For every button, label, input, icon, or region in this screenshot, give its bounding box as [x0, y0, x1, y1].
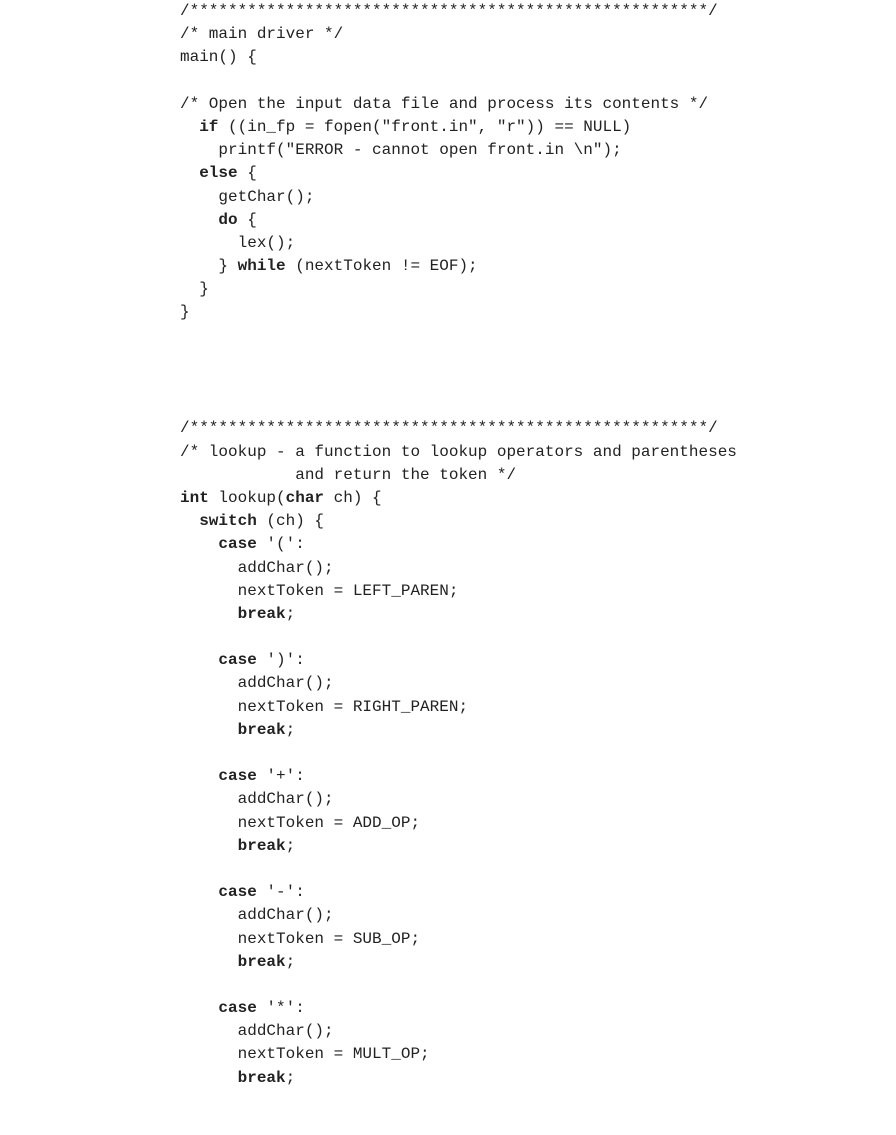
code-text: '*':	[257, 999, 305, 1017]
code-text: ;	[286, 953, 296, 971]
keyword: int	[180, 489, 209, 507]
code-text: and return the token */	[180, 466, 516, 484]
code-text: printf("ERROR - cannot open front.in \n"…	[180, 141, 622, 159]
code-text: '(':	[257, 535, 305, 553]
code-text: ;	[286, 1069, 296, 1087]
code-text: /* main driver */	[180, 25, 343, 43]
code-text: (nextToken != EOF);	[286, 257, 478, 275]
code-text: }	[180, 303, 190, 321]
keyword: break	[238, 1069, 286, 1087]
code-text: ')':	[257, 651, 305, 669]
keyword: char	[286, 489, 324, 507]
code-text: addChar();	[180, 1022, 334, 1040]
code-text	[180, 535, 218, 553]
code-text: lex();	[180, 234, 295, 252]
code-text: main() {	[180, 48, 257, 66]
code-text: addChar();	[180, 559, 334, 577]
code-text	[180, 721, 238, 739]
code-text	[180, 1069, 238, 1087]
keyword: break	[238, 837, 286, 855]
code-text	[180, 651, 218, 669]
code-text: ch) {	[324, 489, 382, 507]
code-text	[180, 211, 218, 229]
code-text	[180, 953, 238, 971]
code-text: /* Open the input data file and process …	[180, 95, 708, 113]
code-text	[180, 837, 238, 855]
code-text: ;	[286, 605, 296, 623]
code-text: ((in_fp = fopen("front.in", "r")) == NUL…	[218, 118, 631, 136]
code-text: ;	[286, 721, 296, 739]
code-text: ;	[286, 837, 296, 855]
code-text	[180, 164, 199, 182]
code-text: nextToken = MULT_OP;	[180, 1045, 430, 1063]
code-text: addChar();	[180, 906, 334, 924]
code-text: '+':	[257, 767, 305, 785]
code-text	[180, 767, 218, 785]
code-text: '-':	[257, 883, 305, 901]
code-text: addChar();	[180, 790, 334, 808]
code-block: /***************************************…	[0, 0, 896, 1090]
code-text	[180, 883, 218, 901]
code-text: nextToken = SUB_OP;	[180, 930, 420, 948]
keyword: break	[238, 721, 286, 739]
code-text: {	[238, 211, 257, 229]
keyword: else	[199, 164, 237, 182]
code-text: {	[238, 164, 257, 182]
code-text	[180, 118, 199, 136]
code-text: /***************************************…	[180, 2, 718, 20]
code-text: lookup(	[209, 489, 286, 507]
code-text: getChar();	[180, 188, 314, 206]
keyword: case	[218, 883, 256, 901]
keyword: while	[238, 257, 286, 275]
code-text: nextToken = ADD_OP;	[180, 814, 420, 832]
code-text: /* lookup - a function to lookup operato…	[180, 443, 737, 461]
code-text: nextToken = RIGHT_PAREN;	[180, 698, 468, 716]
code-text: (ch) {	[257, 512, 324, 530]
code-text: addChar();	[180, 674, 334, 692]
code-text: /***************************************…	[180, 419, 718, 437]
code-text: }	[180, 280, 209, 298]
keyword: break	[238, 605, 286, 623]
code-text	[180, 605, 238, 623]
keyword: case	[218, 535, 256, 553]
keyword: do	[218, 211, 237, 229]
keyword: case	[218, 999, 256, 1017]
code-text: nextToken = LEFT_PAREN;	[180, 582, 458, 600]
code-text	[180, 512, 199, 530]
code-text	[180, 999, 218, 1017]
keyword: if	[199, 118, 218, 136]
keyword: switch	[199, 512, 257, 530]
keyword: case	[218, 767, 256, 785]
keyword: case	[218, 651, 256, 669]
code-text: }	[180, 257, 238, 275]
keyword: break	[238, 953, 286, 971]
